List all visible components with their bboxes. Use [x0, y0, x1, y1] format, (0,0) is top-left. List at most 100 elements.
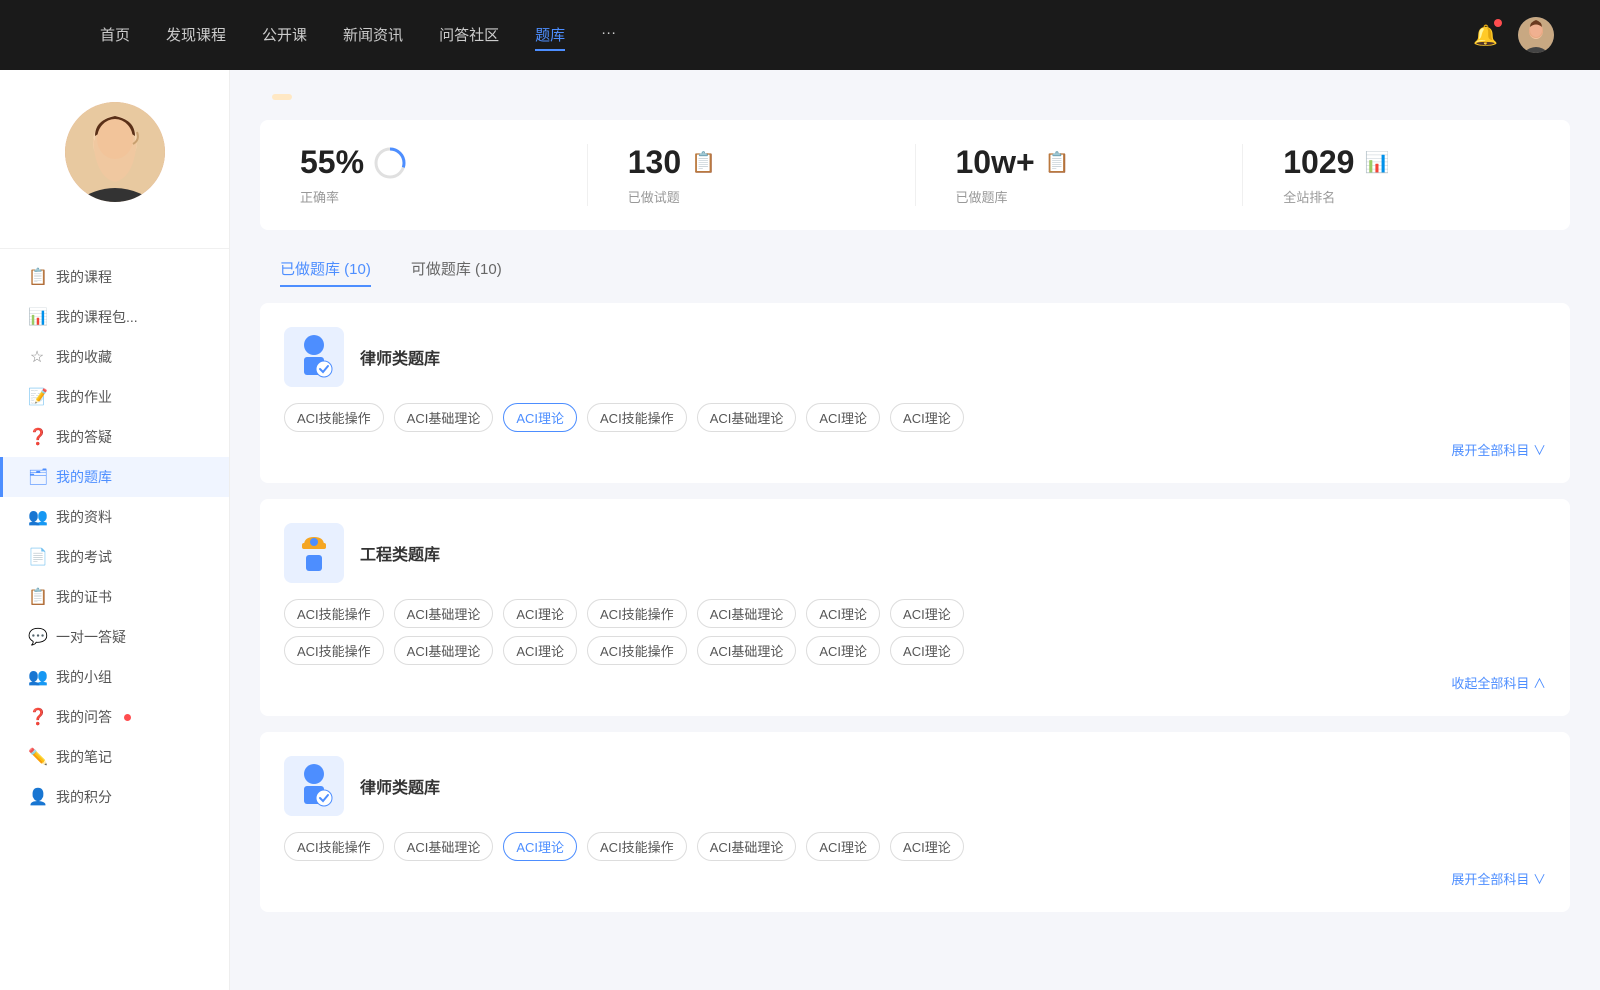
navbar-right: 🔔: [1453, 17, 1560, 53]
profile-avatar: [65, 102, 165, 202]
tags-row-1: ACI技能操作 ACI基础理论 ACI理论 ACI技能操作 ACI基础理论 ACI理论 AC…: [284, 403, 1546, 432]
tag-3-3[interactable]: ACI技能操作: [587, 832, 687, 861]
sidebar-icon-10: 👥: [28, 667, 46, 687]
sidebar-item-4[interactable]: ❓ 我的答疑: [0, 417, 229, 457]
tag-3-1[interactable]: ACI基础理论: [394, 832, 494, 861]
tag-r2-2-5[interactable]: ACI理论: [806, 636, 880, 665]
sidebar-icon-12: ✏️: [28, 747, 46, 767]
tag-r1-2-1[interactable]: ACI基础理论: [394, 599, 494, 628]
card-title-2: 工程类题库: [360, 541, 440, 565]
tag-r2-2-6[interactable]: ACI理论: [890, 636, 964, 665]
tag-3-5[interactable]: ACI理论: [806, 832, 880, 861]
card-header-2: 工程类题库: [284, 523, 1546, 583]
tag-r2-2-0[interactable]: ACI技能操作: [284, 636, 384, 665]
navbar-item-···[interactable]: ···: [601, 20, 616, 51]
sidebar-item-2[interactable]: ☆ 我的收藏: [0, 337, 229, 377]
tag-1-3[interactable]: ACI技能操作: [587, 403, 687, 432]
stat-done-questions-value: 130: [628, 144, 681, 181]
sidebar-item-13[interactable]: 👤 我的积分: [0, 777, 229, 817]
tab-1[interactable]: 可做题库 (10): [391, 250, 522, 287]
expand-link-3[interactable]: 展开全部科目 ∨: [284, 869, 1546, 888]
card-header-3: 律师类题库: [284, 756, 1546, 816]
tag-r1-2-4[interactable]: ACI基础理论: [697, 599, 797, 628]
navbar-item-发现课程[interactable]: 发现课程: [166, 20, 226, 51]
tags-row-3: ACI技能操作 ACI基础理论 ACI理论 ACI技能操作 ACI基础理论 ACI理论 AC…: [284, 832, 1546, 861]
sidebar-icon-11: ❓: [28, 707, 46, 727]
sidebar-label-5: 我的题库: [56, 467, 112, 487]
notification-dot: [124, 714, 131, 721]
sidebar-menu: 📋 我的课程 📊 我的课程包... ☆ 我的收藏 📝 我的作业 ❓ 我的答疑 🗂…: [0, 257, 229, 817]
tag-1-6[interactable]: ACI理论: [890, 403, 964, 432]
sidebar-icon-8: 📋: [28, 587, 46, 607]
tag-r1-2-0[interactable]: ACI技能操作: [284, 599, 384, 628]
cards-container: 律师类题库 ACI技能操作ACI基础理论ACI理论ACI技能操作ACI基础理论A…: [260, 303, 1570, 912]
question-card-2: 工程类题库 ACI技能操作ACI基础理论ACI理论ACI技能操作ACI基础理论A…: [260, 499, 1570, 716]
sidebar-label-9: 一对一答疑: [56, 627, 126, 647]
tags-row1-2: ACI技能操作 ACI基础理论 ACI理论 ACI技能操作 ACI基础理论 ACI理论 AC…: [284, 599, 1546, 628]
list-orange-icon: 📋: [1045, 150, 1070, 175]
tag-r2-2-1[interactable]: ACI基础理论: [394, 636, 494, 665]
stat-accuracy-label: 正确率: [300, 187, 339, 206]
tag-r1-2-5[interactable]: ACI理论: [806, 599, 880, 628]
stat-rank-label: 全站排名: [1283, 187, 1335, 206]
sidebar-item-7[interactable]: 📄 我的考试: [0, 537, 229, 577]
tag-3-0[interactable]: ACI技能操作: [284, 832, 384, 861]
notification-bell[interactable]: 🔔: [1473, 23, 1498, 48]
tag-r2-2-4[interactable]: ACI基础理论: [697, 636, 797, 665]
sidebar-label-6: 我的资料: [56, 507, 112, 527]
card-icon-3: [284, 756, 344, 816]
tag-1-0[interactable]: ACI技能操作: [284, 403, 384, 432]
navbar-item-题库[interactable]: 题库: [535, 20, 565, 51]
question-card-1: 律师类题库 ACI技能操作ACI基础理论ACI理论ACI技能操作ACI基础理论A…: [260, 303, 1570, 483]
sidebar-label-12: 我的笔记: [56, 747, 112, 767]
tag-1-5[interactable]: ACI理论: [806, 403, 880, 432]
navbar-item-新闻资讯[interactable]: 新闻资讯: [343, 20, 403, 51]
bell-icon: 🔔: [1473, 25, 1498, 47]
page-header: [260, 94, 1570, 100]
navbar-item-问答社区[interactable]: 问答社区: [439, 20, 499, 51]
collapse-link-2[interactable]: 收起全部科目 ∧: [284, 673, 1546, 692]
question-card-3: 律师类题库 ACI技能操作ACI基础理论ACI理论ACI技能操作ACI基础理论A…: [260, 732, 1570, 912]
sidebar-item-3[interactable]: 📝 我的作业: [0, 377, 229, 417]
navbar-item-公开课[interactable]: 公开课: [262, 20, 307, 51]
sidebar-item-1[interactable]: 📊 我的课程包...: [0, 297, 229, 337]
tag-3-4[interactable]: ACI基础理论: [697, 832, 797, 861]
sidebar-icon-9: 💬: [28, 627, 46, 647]
sidebar-item-12[interactable]: ✏️ 我的笔记: [0, 737, 229, 777]
user-avatar-dropdown[interactable]: [1518, 17, 1560, 53]
sidebar-item-9[interactable]: 💬 一对一答疑: [0, 617, 229, 657]
sidebar-icon-13: 👤: [28, 787, 46, 807]
tag-1-2[interactable]: ACI理论: [503, 403, 577, 432]
sidebar-label-2: 我的收藏: [56, 347, 112, 367]
sidebar-icon-6: 👥: [28, 507, 46, 527]
tag-r2-2-3[interactable]: ACI技能操作: [587, 636, 687, 665]
sidebar-label-0: 我的课程: [56, 267, 112, 287]
tag-1-1[interactable]: ACI基础理论: [394, 403, 494, 432]
expand-link-1[interactable]: 展开全部科目 ∨: [284, 440, 1546, 459]
tag-r1-2-2[interactable]: ACI理论: [503, 599, 577, 628]
sidebar-icon-0: 📋: [28, 267, 46, 287]
sidebar-icon-1: 📊: [28, 307, 46, 327]
sidebar-icon-5: 🗂: [28, 467, 46, 487]
card-title-1: 律师类题库: [360, 345, 440, 369]
tag-3-2[interactable]: ACI理论: [503, 832, 577, 861]
sidebar-label-4: 我的答疑: [56, 427, 112, 447]
tag-1-4[interactable]: ACI基础理论: [697, 403, 797, 432]
tag-r1-2-3[interactable]: ACI技能操作: [587, 599, 687, 628]
sidebar-item-5[interactable]: 🗂 我的题库: [0, 457, 229, 497]
sidebar-label-1: 我的课程包...: [56, 307, 138, 327]
navbar-item-首页[interactable]: 首页: [100, 20, 130, 51]
tag-3-6[interactable]: ACI理论: [890, 832, 964, 861]
tab-0[interactable]: 已做题库 (10): [260, 250, 391, 287]
sidebar-item-10[interactable]: 👥 我的小组: [0, 657, 229, 697]
sidebar-item-11[interactable]: ❓ 我的问答: [0, 697, 229, 737]
sidebar-item-6[interactable]: 👥 我的资料: [0, 497, 229, 537]
question-bank-tabs: 已做题库 (10)可做题库 (10): [260, 250, 1570, 287]
sidebar-item-0[interactable]: 📋 我的课程: [0, 257, 229, 297]
tag-r1-2-6[interactable]: ACI理论: [890, 599, 964, 628]
sidebar: 📋 我的课程 📊 我的课程包... ☆ 我的收藏 📝 我的作业 ❓ 我的答疑 🗂…: [0, 70, 230, 990]
sidebar-item-8[interactable]: 📋 我的证书: [0, 577, 229, 617]
tag-r2-2-2[interactable]: ACI理论: [503, 636, 577, 665]
stat-rank: 1029 📊 全站排名: [1243, 144, 1570, 206]
stat-accuracy: 55% 正确率: [260, 144, 588, 206]
